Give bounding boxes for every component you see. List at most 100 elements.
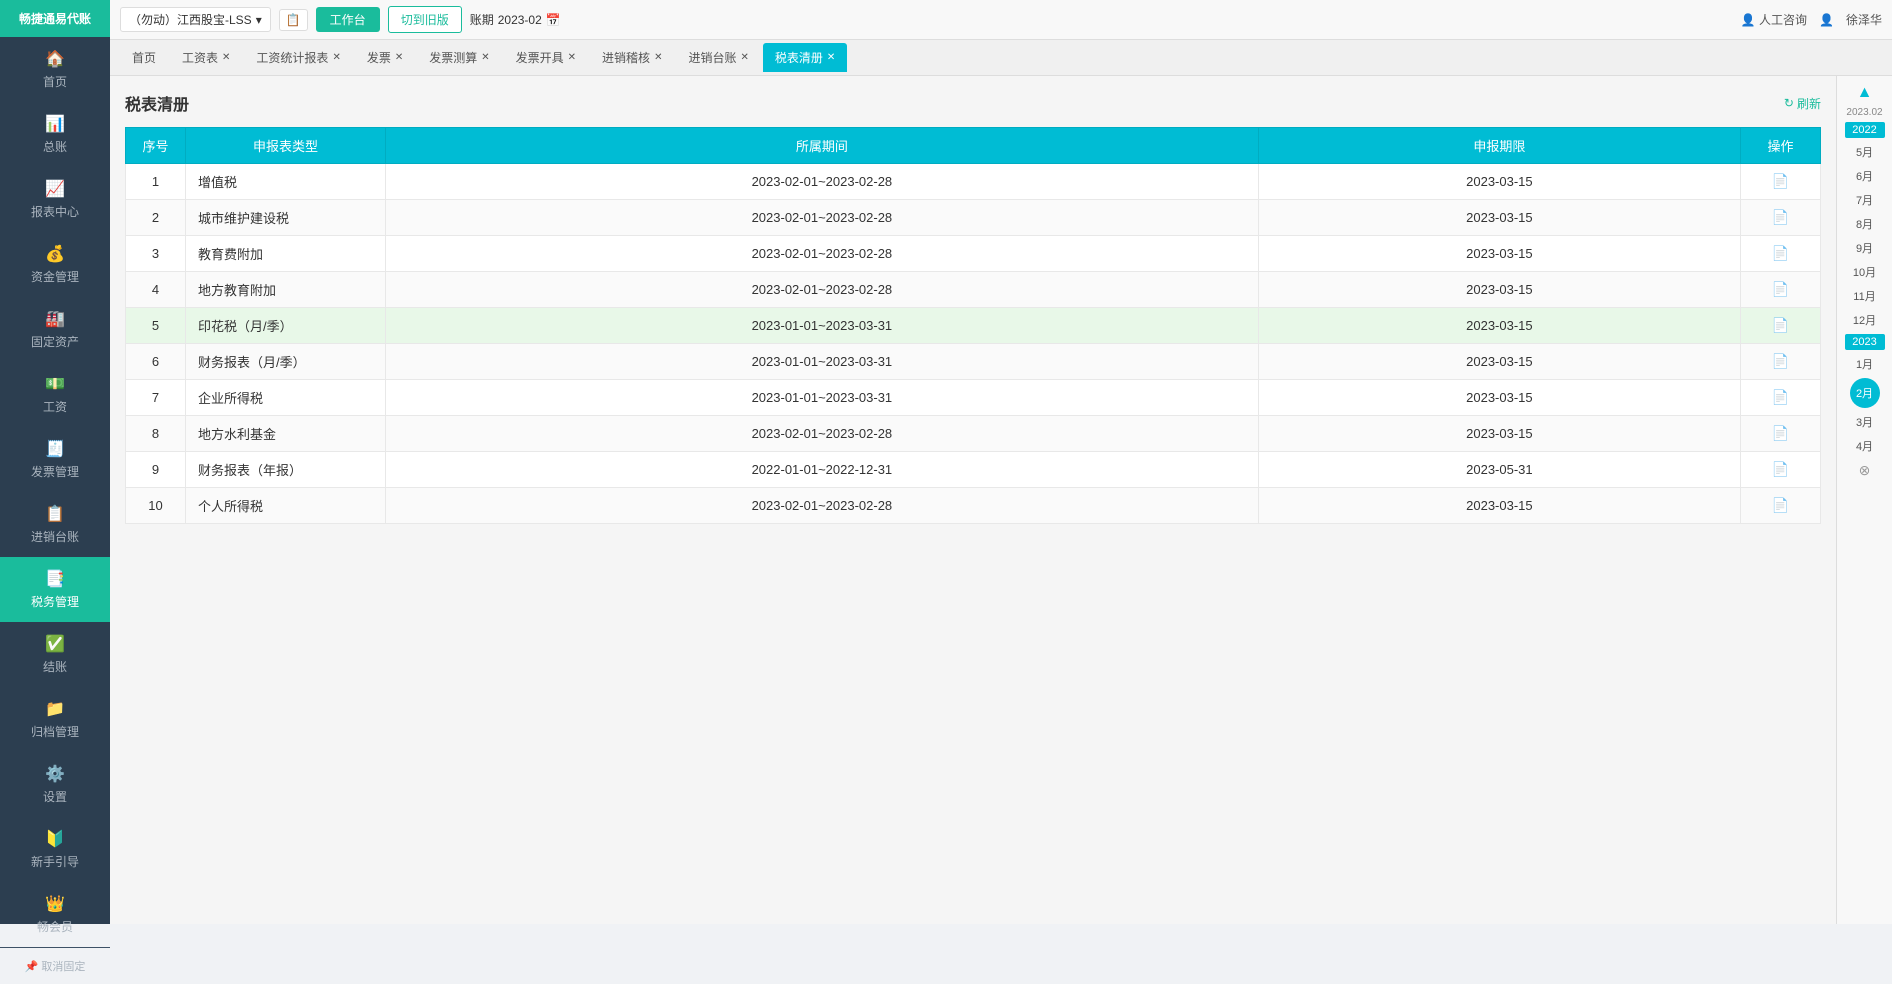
guide-icon: 🔰 bbox=[45, 829, 65, 849]
cell-deadline: 2023-03-15 bbox=[1258, 164, 1740, 200]
cell-action[interactable]: 📄 bbox=[1741, 308, 1821, 344]
tab-home[interactable]: 首页 bbox=[120, 43, 168, 72]
tab-invoice-calc-close[interactable]: ✕ bbox=[481, 52, 489, 63]
cell-type: 财务报表（年报） bbox=[186, 452, 386, 488]
cell-action[interactable]: 📄 bbox=[1741, 344, 1821, 380]
timeline-month-2023-4[interactable]: 4月 bbox=[1847, 434, 1883, 458]
action-icon[interactable]: 📄 bbox=[1772, 353, 1789, 369]
chevron-down-icon: ▾ bbox=[256, 13, 262, 27]
tab-invoice-calc[interactable]: 发票测算 ✕ bbox=[417, 43, 501, 72]
sidebar-item-inout[interactable]: 📋 进销台账 bbox=[0, 492, 110, 557]
copy-button[interactable]: 📋 bbox=[279, 9, 308, 31]
tab-home-label: 首页 bbox=[132, 49, 156, 66]
invoice-icon: 🧾 bbox=[45, 439, 65, 459]
support-button[interactable]: 👤 人工咨询 bbox=[1741, 11, 1807, 28]
sidebar-item-funds[interactable]: 💰 资金管理 bbox=[0, 232, 110, 297]
timeline-month-7[interactable]: 7月 bbox=[1847, 188, 1883, 212]
cell-period: 2023-01-01~2023-03-31 bbox=[386, 380, 1259, 416]
assets-icon: 🏭 bbox=[45, 309, 65, 329]
timeline-month-11[interactable]: 11月 bbox=[1847, 284, 1883, 308]
timeline-month-8[interactable]: 8月 bbox=[1847, 212, 1883, 236]
cancel-fix-button[interactable]: 📌 取消固定 bbox=[0, 947, 110, 984]
tab-invoice-close[interactable]: ✕ bbox=[395, 52, 403, 63]
tab-salary-table-label: 工资表 bbox=[182, 49, 218, 66]
sidebar-item-closing[interactable]: ✅ 结账 bbox=[0, 622, 110, 687]
action-icon[interactable]: 📄 bbox=[1772, 209, 1789, 225]
sidebar-item-reports[interactable]: 📈 报表中心 bbox=[0, 167, 110, 232]
tab-salary-report[interactable]: 工资统计报表 ✕ bbox=[244, 43, 352, 72]
timeline-month-current[interactable]: 2月 bbox=[1850, 378, 1880, 408]
cell-action[interactable]: 📄 bbox=[1741, 200, 1821, 236]
tab-invoice-open[interactable]: 发票开具 ✕ bbox=[504, 43, 588, 72]
tab-salary-table[interactable]: 工资表 ✕ bbox=[170, 43, 242, 72]
tab-inout-ledger[interactable]: 进销台账 ✕ bbox=[676, 43, 760, 72]
timeline-panel: ▲ 2023.02 2022 5月 6月 7月 8月 9月 10月 11月 12… bbox=[1836, 76, 1892, 924]
tab-inout-ledger-close[interactable]: ✕ bbox=[740, 52, 748, 63]
tab-inout-check-close[interactable]: ✕ bbox=[654, 52, 662, 63]
tab-invoice-calc-label: 发票测算 bbox=[429, 49, 477, 66]
timeline-month-10[interactable]: 10月 bbox=[1847, 260, 1883, 284]
cell-type: 企业所得税 bbox=[186, 380, 386, 416]
action-icon[interactable]: 📄 bbox=[1772, 461, 1789, 477]
tab-tax-list-close[interactable]: ✕ bbox=[827, 52, 835, 63]
cell-action[interactable]: 📄 bbox=[1741, 380, 1821, 416]
timeline-month-12[interactable]: 12月 bbox=[1847, 308, 1883, 332]
member-icon: 👑 bbox=[45, 894, 65, 914]
sidebar-item-settings[interactable]: ⚙️ 设置 bbox=[0, 752, 110, 817]
action-icon[interactable]: 📄 bbox=[1772, 245, 1789, 261]
switch-old-button[interactable]: 切到旧版 bbox=[388, 6, 462, 33]
company-selector[interactable]: （勿动）江西股宝-LSS ▾ bbox=[120, 7, 271, 32]
cell-action[interactable]: 📄 bbox=[1741, 452, 1821, 488]
action-icon[interactable]: 📄 bbox=[1772, 317, 1789, 333]
cell-action[interactable]: 📄 bbox=[1741, 488, 1821, 524]
cell-no: 9 bbox=[126, 452, 186, 488]
tab-invoice-open-close[interactable]: ✕ bbox=[568, 52, 576, 63]
action-icon[interactable]: 📄 bbox=[1772, 425, 1789, 441]
action-icon[interactable]: 📄 bbox=[1772, 389, 1789, 405]
timeline-month-2023-1[interactable]: 1月 bbox=[1847, 352, 1883, 376]
cell-period: 2023-01-01~2023-03-31 bbox=[386, 344, 1259, 380]
sidebar-label-settings: 设置 bbox=[43, 788, 67, 805]
sidebar-item-member[interactable]: 👑 畅会员 bbox=[0, 882, 110, 947]
table-row: 8 地方水利基金 2023-02-01~2023-02-28 2023-03-1… bbox=[126, 416, 1821, 452]
table-row: 10 个人所得税 2023-02-01~2023-02-28 2023-03-1… bbox=[126, 488, 1821, 524]
tab-salary-table-close[interactable]: ✕ bbox=[222, 52, 230, 63]
sidebar-item-invoice[interactable]: 🧾 发票管理 bbox=[0, 427, 110, 492]
sidebar-item-guide[interactable]: 🔰 新手引导 bbox=[0, 817, 110, 882]
table-row: 6 财务报表（月/季） 2023-01-01~2023-03-31 2023-0… bbox=[126, 344, 1821, 380]
tab-invoice[interactable]: 发票 ✕ bbox=[355, 43, 415, 72]
timeline-month-6[interactable]: 6月 bbox=[1847, 164, 1883, 188]
cell-deadline: 2023-03-15 bbox=[1258, 488, 1740, 524]
tab-salary-report-close[interactable]: ✕ bbox=[332, 52, 340, 63]
timeline-collapse-button[interactable]: ⊗ bbox=[1859, 462, 1871, 479]
timeline-month-9[interactable]: 9月 bbox=[1847, 236, 1883, 260]
cell-type: 财务报表（月/季） bbox=[186, 344, 386, 380]
action-icon[interactable]: 📄 bbox=[1772, 281, 1789, 297]
cell-action[interactable]: 📄 bbox=[1741, 416, 1821, 452]
period-label: 账期 bbox=[470, 11, 494, 28]
workbench-button[interactable]: 工作台 bbox=[316, 7, 380, 32]
sidebar-label-tax: 税务管理 bbox=[31, 593, 79, 610]
sidebar-item-home[interactable]: 🏠 首页 bbox=[0, 37, 110, 102]
cell-action[interactable]: 📄 bbox=[1741, 236, 1821, 272]
tab-inout-check[interactable]: 进销稽核 ✕ bbox=[590, 43, 674, 72]
table-row: 9 财务报表（年报） 2022-01-01~2022-12-31 2023-05… bbox=[126, 452, 1821, 488]
cell-action[interactable]: 📄 bbox=[1741, 164, 1821, 200]
action-icon[interactable]: 📄 bbox=[1772, 497, 1789, 513]
tax-icon: 📑 bbox=[45, 569, 65, 589]
timeline-month-2023-3[interactable]: 3月 bbox=[1847, 410, 1883, 434]
sidebar-item-tax[interactable]: 📑 税务管理 bbox=[0, 557, 110, 622]
sidebar-item-ledger[interactable]: 📊 总账 bbox=[0, 102, 110, 167]
refresh-button[interactable]: ↻ 刷新 bbox=[1784, 95, 1821, 112]
action-icon[interactable]: 📄 bbox=[1772, 173, 1789, 189]
timeline-month-5[interactable]: 5月 bbox=[1847, 140, 1883, 164]
tab-tax-list[interactable]: 税表清册 ✕ bbox=[763, 43, 847, 72]
sidebar-item-assets[interactable]: 🏭 固定资产 bbox=[0, 297, 110, 362]
sidebar-item-salary[interactable]: 💵 工资 bbox=[0, 362, 110, 427]
table-row: 5 印花税（月/季） 2023-01-01~2023-03-31 2023-03… bbox=[126, 308, 1821, 344]
cell-action[interactable]: 📄 bbox=[1741, 272, 1821, 308]
sidebar-label-archive: 归档管理 bbox=[31, 723, 79, 740]
sidebar-item-archive[interactable]: 📁 归档管理 bbox=[0, 687, 110, 752]
table-row: 7 企业所得税 2023-01-01~2023-03-31 2023-03-15… bbox=[126, 380, 1821, 416]
timeline-up-nav[interactable]: ▲ bbox=[1854, 81, 1876, 105]
